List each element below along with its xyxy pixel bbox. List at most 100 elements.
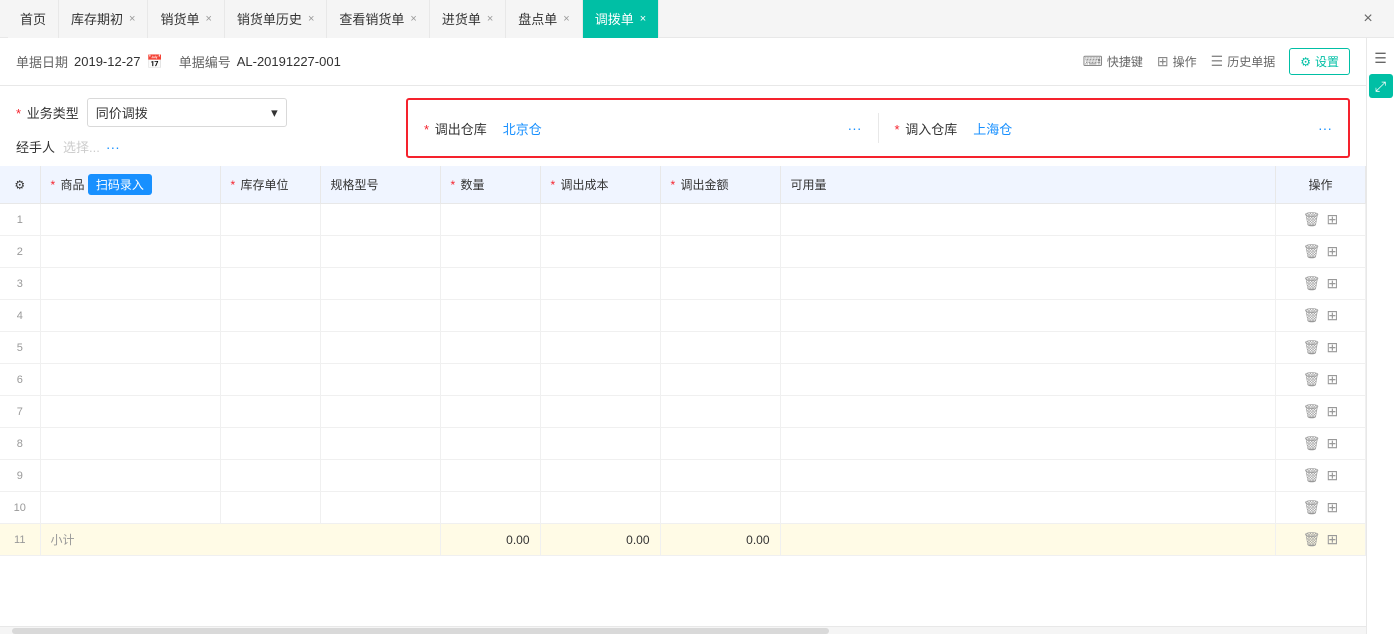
row-amount[interactable] <box>660 396 780 428</box>
delete-row-icon[interactable]: 🗑 <box>1303 275 1321 292</box>
copy-row-icon[interactable]: ⊞ <box>1327 307 1339 324</box>
row-unit[interactable] <box>220 364 320 396</box>
sidebar-document-icon[interactable]: ☰ <box>1369 46 1393 70</box>
row-product[interactable] <box>40 268 220 300</box>
row-available[interactable] <box>780 268 1276 300</box>
tab-home[interactable]: 首页 <box>8 0 59 38</box>
row-unit[interactable] <box>220 492 320 524</box>
row-spec[interactable] <box>320 460 440 492</box>
row-unit[interactable] <box>220 428 320 460</box>
row-quantity[interactable] <box>440 492 540 524</box>
row-quantity[interactable] <box>440 268 540 300</box>
scrollbar-area[interactable] <box>0 626 1366 634</box>
row-amount[interactable] <box>660 492 780 524</box>
row-spec[interactable] <box>320 300 440 332</box>
row-spec[interactable] <box>320 268 440 300</box>
scrollbar-thumb[interactable] <box>12 628 829 634</box>
window-close-button[interactable]: × <box>1350 1 1386 37</box>
copy-row-icon[interactable]: ⊞ <box>1327 499 1339 516</box>
row-available[interactable] <box>780 300 1276 332</box>
row-available[interactable] <box>780 364 1276 396</box>
row-amount[interactable] <box>660 268 780 300</box>
copy-row-icon[interactable]: ⊞ <box>1327 403 1339 420</box>
tab-stocktake-close[interactable]: × <box>563 13 569 25</box>
tab-sales-history-close[interactable]: × <box>308 13 314 25</box>
delete-row-icon[interactable]: 🗑 <box>1303 243 1321 260</box>
tab-purchase[interactable]: 进货单 × <box>430 0 506 38</box>
row-product[interactable] <box>40 460 220 492</box>
row-quantity[interactable] <box>440 204 540 236</box>
row-product[interactable] <box>40 396 220 428</box>
delete-row-icon[interactable]: 🗑 <box>1303 499 1321 516</box>
tab-purchase-close[interactable]: × <box>487 13 493 25</box>
delete-row-icon[interactable]: 🗑 <box>1303 211 1321 228</box>
operator-placeholder[interactable]: 选择... <box>63 137 100 156</box>
row-spec[interactable] <box>320 332 440 364</box>
delete-row-icon[interactable]: 🗑 <box>1303 339 1321 356</box>
delete-icon[interactable]: 🗑 <box>1303 531 1321 548</box>
row-quantity[interactable] <box>440 332 540 364</box>
row-amount[interactable] <box>660 236 780 268</box>
tab-inventory-init-close[interactable]: × <box>129 13 135 25</box>
row-available[interactable] <box>780 492 1276 524</box>
row-spec[interactable] <box>320 428 440 460</box>
settings-button[interactable]: ⚙ 设置 <box>1289 48 1350 75</box>
row-available[interactable] <box>780 236 1276 268</box>
row-unit[interactable] <box>220 268 320 300</box>
tab-view-sales[interactable]: 查看销货单 × <box>327 0 429 38</box>
row-amount[interactable] <box>660 300 780 332</box>
copy-row-icon[interactable]: ⊞ <box>1327 467 1339 484</box>
row-product[interactable] <box>40 236 220 268</box>
row-cost[interactable] <box>540 204 660 236</box>
delete-row-icon[interactable]: 🗑 <box>1303 403 1321 420</box>
row-cost[interactable] <box>540 268 660 300</box>
row-amount[interactable] <box>660 428 780 460</box>
row-product[interactable] <box>40 492 220 524</box>
copy-row-icon[interactable]: ⊞ <box>1327 435 1339 452</box>
scan-button[interactable]: 扫码录入 <box>88 174 152 195</box>
copy-row-icon[interactable]: ⊞ <box>1327 211 1339 228</box>
row-cost[interactable] <box>540 364 660 396</box>
row-unit[interactable] <box>220 300 320 332</box>
row-product[interactable] <box>40 332 220 364</box>
row-spec[interactable] <box>320 492 440 524</box>
row-amount[interactable] <box>660 204 780 236</box>
tab-sales-order-close[interactable]: × <box>205 13 211 25</box>
business-type-select[interactable]: 同价调拨 ▾ <box>87 98 287 127</box>
row-available[interactable] <box>780 332 1276 364</box>
operator-more-button[interactable]: ··· <box>106 139 120 155</box>
shortcut-action[interactable]: ⌨ 快捷键 <box>1083 53 1143 70</box>
row-amount[interactable] <box>660 364 780 396</box>
calendar-icon[interactable]: 📅 <box>147 54 163 70</box>
delete-row-icon[interactable]: 🗑 <box>1303 371 1321 388</box>
tab-sales-order[interactable]: 销货单 × <box>148 0 224 38</box>
row-quantity[interactable] <box>440 460 540 492</box>
row-unit[interactable] <box>220 396 320 428</box>
delete-row-icon[interactable]: 🗑 <box>1303 435 1321 452</box>
row-cost[interactable] <box>540 236 660 268</box>
row-cost[interactable] <box>540 492 660 524</box>
tab-transfer[interactable]: 调拨单 × <box>583 0 659 38</box>
row-amount[interactable] <box>660 332 780 364</box>
row-available[interactable] <box>780 460 1276 492</box>
row-unit[interactable] <box>220 204 320 236</box>
copy-icon[interactable]: ⊞ <box>1327 531 1339 548</box>
row-cost[interactable] <box>540 396 660 428</box>
tab-inventory-init[interactable]: 库存期初 × <box>59 0 148 38</box>
sidebar-expand-icon[interactable]: ⤢ <box>1369 74 1393 98</box>
row-product[interactable] <box>40 364 220 396</box>
row-cost[interactable] <box>540 300 660 332</box>
tab-sales-history[interactable]: 销货单历史 × <box>225 0 327 38</box>
row-quantity[interactable] <box>440 236 540 268</box>
delete-row-icon[interactable]: 🗑 <box>1303 467 1321 484</box>
copy-row-icon[interactable]: ⊞ <box>1327 243 1339 260</box>
row-cost[interactable] <box>540 460 660 492</box>
row-unit[interactable] <box>220 460 320 492</box>
warehouse-out-more-button[interactable]: ··· <box>848 120 862 136</box>
row-unit[interactable] <box>220 236 320 268</box>
history-action[interactable]: ☰ 历史单据 <box>1211 53 1276 70</box>
tab-transfer-close[interactable]: × <box>640 13 646 25</box>
tab-view-sales-close[interactable]: × <box>410 13 416 25</box>
copy-row-icon[interactable]: ⊞ <box>1327 371 1339 388</box>
row-available[interactable] <box>780 396 1276 428</box>
